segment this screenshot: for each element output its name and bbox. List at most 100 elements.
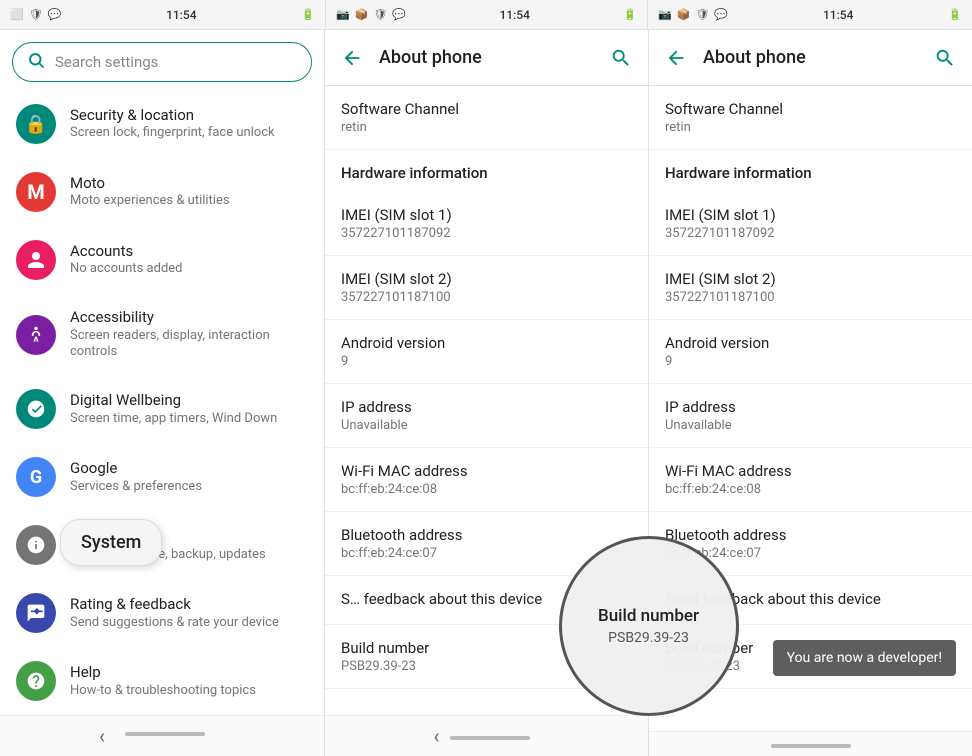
nav-indicator-mid (450, 736, 530, 740)
accounts-icon (16, 240, 56, 280)
search-bar[interactable]: Search settings (12, 42, 312, 82)
moto-title: Moto (70, 174, 308, 194)
help-text: Help How-to & troubleshooting topics (70, 663, 308, 699)
search-icon (27, 51, 45, 73)
info-wifi-right[interactable]: Wi-Fi MAC address bc:ff:eb:24:ce:08 (649, 448, 972, 512)
right-icon-3: 🛡 (695, 8, 709, 21)
info-software-channel-mid[interactable]: Software Channel retin (325, 86, 648, 150)
ip-label-right: IP address (665, 398, 956, 416)
help-title: Help (70, 663, 308, 683)
left-icon-1: ⬜ (10, 8, 24, 21)
system-tooltip: System (60, 519, 162, 566)
system-icon (16, 525, 56, 565)
search-button-right[interactable] (934, 47, 956, 69)
panel-title-right: About phone (703, 47, 934, 68)
info-imei1-mid[interactable]: IMEI (SIM slot 1) 357227101187092 (325, 192, 648, 256)
sidebar-item-accessibility[interactable]: Accessibility Screen readers, display, i… (0, 294, 324, 375)
mid-icons-right: 🔋 (623, 8, 637, 21)
search-input[interactable]: Search settings (55, 53, 158, 71)
right-time: 11:54 (823, 8, 853, 22)
android-value-mid: 9 (341, 354, 632, 369)
moto-subtitle: Moto experiences & utilities (70, 193, 308, 210)
rating-title: Rating & feedback (70, 595, 308, 615)
settings-panel: Search settings 🔒 Security & location Sc… (0, 30, 325, 756)
imei2-value-mid: 357227101187100 (341, 290, 632, 305)
status-mid: 📷 📦 🛡 💬 11:54 🔋 (325, 0, 648, 29)
info-imei2-mid[interactable]: IMEI (SIM slot 2) 357227101187100 (325, 256, 648, 320)
nav-back-mid[interactable]: ‹ (433, 724, 439, 748)
info-imei1-right[interactable]: IMEI (SIM slot 1) 357227101187092 (649, 192, 972, 256)
info-android-mid[interactable]: Android version 9 (325, 320, 648, 384)
rating-subtitle: Send suggestions & rate your device (70, 615, 308, 632)
panel-header-mid: About phone (325, 30, 648, 86)
software-channel-value-mid: retin (341, 120, 632, 135)
about-panels: About phone Software Channel retin Hardw… (325, 30, 972, 756)
imei2-label-right: IMEI (SIM slot 2) (665, 270, 956, 288)
sidebar-item-help[interactable]: Help How-to & troubleshooting topics (0, 647, 324, 715)
sidebar-item-rating[interactable]: Rating & feedback Send suggestions & rat… (0, 579, 324, 647)
ip-label-mid: IP address (341, 398, 632, 416)
sidebar-item-security[interactable]: 🔒 Security & location Screen lock, finge… (0, 90, 324, 158)
left-status-icons: ⬜ 🛡 💬 (10, 8, 61, 21)
hardware-info-header-mid: Hardware information (325, 150, 648, 192)
accessibility-icon (16, 315, 56, 355)
software-channel-value-right: retin (665, 120, 956, 135)
battery-left: 🔋 (301, 8, 315, 21)
ip-value-right: Unavailable (665, 418, 956, 433)
info-imei2-right[interactable]: IMEI (SIM slot 2) 357227101187100 (649, 256, 972, 320)
right-icon-2: 📦 (677, 8, 691, 21)
main-content: Search settings 🔒 Security & location Sc… (0, 30, 972, 756)
ip-value-mid: Unavailable (341, 418, 632, 433)
bluetooth-label-mid: Bluetooth address (341, 526, 632, 544)
bluetooth-label-right: Bluetooth address (665, 526, 956, 544)
left-right-icons: 🔋 (301, 8, 315, 21)
help-subtitle: How-to & troubleshooting topics (70, 683, 308, 700)
info-software-channel-right[interactable]: Software Channel retin (649, 86, 972, 150)
android-label-mid: Android version (341, 334, 632, 352)
accessibility-text: Accessibility Screen readers, display, i… (70, 308, 308, 361)
back-button-mid[interactable] (341, 47, 363, 69)
sidebar-item-accounts[interactable]: Accounts No accounts added (0, 226, 324, 294)
accounts-subtitle: No accounts added (70, 261, 308, 278)
info-wifi-mid[interactable]: Wi-Fi MAC address bc:ff:eb:24:ce:08 (325, 448, 648, 512)
software-channel-label-mid: Software Channel (341, 100, 632, 118)
about-panel-mid: About phone Software Channel retin Hardw… (325, 30, 649, 756)
imei2-value-right: 357227101187100 (665, 290, 956, 305)
sidebar-item-digital-wellbeing[interactable]: Digital Wellbeing Screen time, app timer… (0, 375, 324, 443)
security-text: Security & location Screen lock, fingerp… (70, 106, 308, 142)
google-subtitle: Services & preferences (70, 479, 308, 496)
info-ip-mid[interactable]: IP address Unavailable (325, 384, 648, 448)
info-ip-right[interactable]: IP address Unavailable (649, 384, 972, 448)
status-bar: ⬜ 🛡 💬 11:54 🔋 📷 📦 🛡 💬 11:54 🔋 📷 📦 🛡 💬 11… (0, 0, 972, 30)
imei1-label-mid: IMEI (SIM slot 1) (341, 206, 632, 224)
nav-indicator-right (771, 744, 851, 748)
right-icon-1: 📷 (658, 8, 672, 21)
status-left: ⬜ 🛡 💬 11:54 🔋 (0, 0, 325, 29)
right-icons-right: 🔋 (948, 8, 962, 21)
build-circle-label: Build number (598, 606, 649, 626)
moto-text: Moto Moto experiences & utilities (70, 174, 308, 210)
software-channel-label-right: Software Channel (665, 100, 956, 118)
mid-icon-4: 💬 (392, 8, 406, 21)
battery-right: 🔋 (948, 8, 962, 21)
sidebar-item-google[interactable]: G Google Services & preferences (0, 443, 324, 511)
back-button-right[interactable] (665, 47, 687, 69)
google-icon: G (16, 457, 56, 497)
hardware-info-header-right: Hardware information (649, 150, 972, 192)
android-value-right: 9 (665, 354, 956, 369)
settings-list: 🔒 Security & location Screen lock, finge… (0, 90, 324, 715)
build-circle-value: PSB29.39-23 (608, 630, 649, 646)
security-title: Security & location (70, 106, 308, 126)
info-android-right[interactable]: Android version 9 (649, 320, 972, 384)
search-button-mid[interactable] (610, 47, 632, 69)
status-right: 📷 📦 🛡 💬 11:54 🔋 (648, 0, 972, 29)
left-time: 11:54 (166, 8, 196, 22)
sidebar-item-system[interactable]: System Languages, time, backup, updates … (0, 511, 324, 579)
left-icon-3: 💬 (48, 8, 62, 21)
accessibility-title: Accessibility (70, 308, 308, 328)
accessibility-subtitle: Screen readers, display, interaction con… (70, 328, 308, 362)
imei1-value-mid: 357227101187092 (341, 226, 632, 241)
panel-header-right: About phone (649, 30, 972, 86)
sidebar-item-moto[interactable]: M Moto Moto experiences & utilities (0, 158, 324, 226)
nav-back-left[interactable]: ‹ (99, 724, 105, 748)
